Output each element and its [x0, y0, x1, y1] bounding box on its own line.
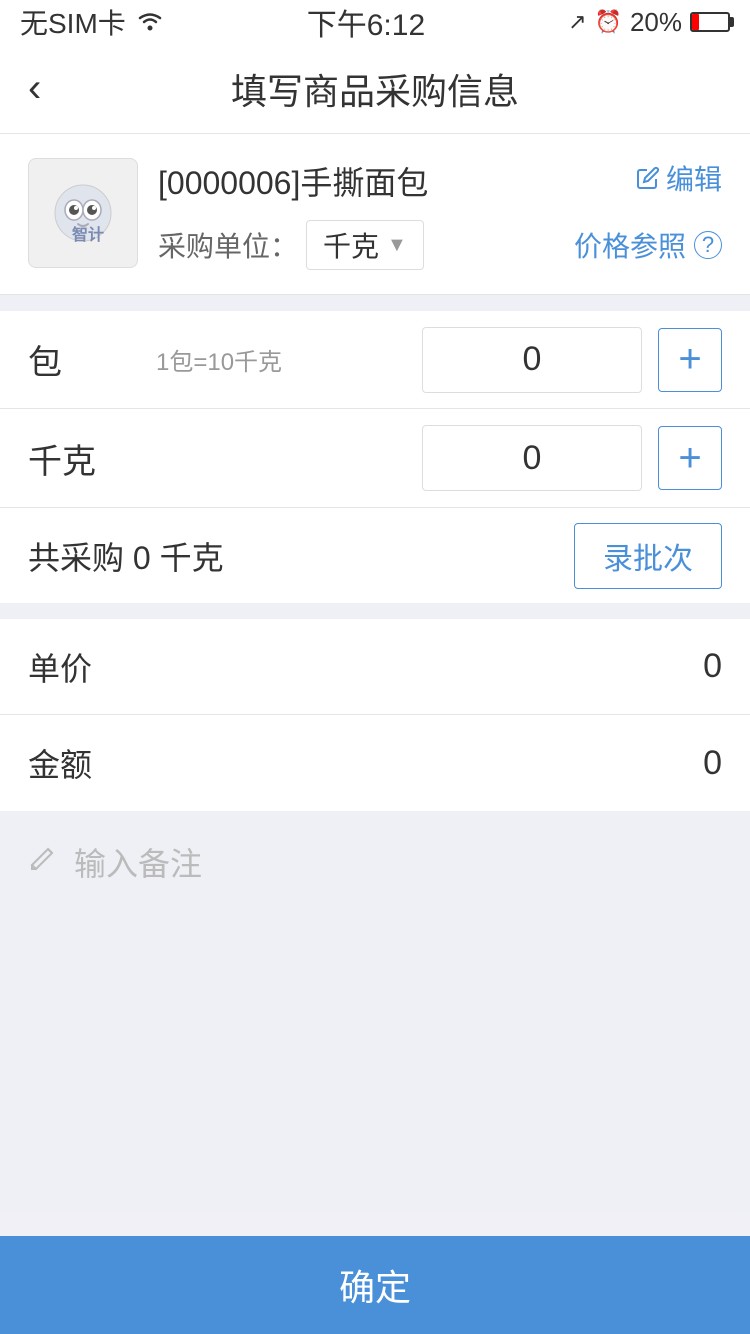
- confirm-button[interactable]: 确定: [0, 1236, 750, 1334]
- summary-row: 共采购 0 千克 录批次: [0, 507, 750, 603]
- help-icon: ?: [694, 231, 722, 259]
- bag-plus-button[interactable]: +: [658, 328, 722, 392]
- status-bar: 无SIM卡 下午6:12 ↗ ⏰ 20%: [0, 0, 750, 44]
- kg-value: 0: [523, 439, 542, 478]
- product-info-top: [0000006]手撕面包 编辑: [158, 158, 722, 204]
- separator-1: [0, 295, 750, 311]
- wifi-icon: [136, 6, 164, 38]
- price-section: 单价 0 金额 0: [0, 619, 750, 811]
- product-unit-row: 采购单位： 千克 ▼ 价格参照 ?: [158, 220, 722, 270]
- edit-label: 编辑: [666, 158, 722, 198]
- price-ref-label: 价格参照: [574, 225, 686, 265]
- batch-button[interactable]: 录批次: [574, 523, 722, 589]
- product-image: 智计: [28, 158, 138, 268]
- battery-icon: [690, 12, 730, 32]
- kg-label: 千克: [28, 434, 148, 483]
- bottom-area: [0, 913, 750, 1213]
- unit-price-row: 单价 0: [0, 619, 750, 715]
- status-right: ↗ ⏰ 20%: [568, 7, 730, 38]
- alarm-icon: ⏰: [595, 9, 622, 35]
- bag-label: 包: [28, 335, 148, 384]
- bag-value: 0: [523, 340, 542, 379]
- status-time: 下午6:12: [307, 0, 425, 44]
- dropdown-icon: ▼: [387, 234, 407, 257]
- input-section: 包 1包=10千克 0 + 千克 0 +: [0, 311, 750, 507]
- page-title: 填写商品采购信息: [231, 63, 519, 115]
- status-left: 无SIM卡: [20, 2, 164, 42]
- batch-label: 录批次: [603, 543, 693, 576]
- bag-sublabel: 1包=10千克: [156, 342, 282, 377]
- amount-value: 0: [703, 744, 722, 783]
- carrier-text: 无SIM卡: [20, 2, 126, 42]
- nav-bar: ‹ 填写商品采购信息: [0, 44, 750, 134]
- pencil-icon: [28, 843, 58, 881]
- unit-label: 采购单位：: [158, 225, 298, 265]
- bag-input-field[interactable]: 0: [422, 327, 642, 393]
- amount-label: 金额: [28, 740, 92, 786]
- back-button[interactable]: ‹: [28, 66, 41, 111]
- location-icon: ↗: [568, 9, 586, 35]
- separator-2: [0, 603, 750, 619]
- product-name: [0000006]手撕面包: [158, 158, 428, 204]
- summary-text: 共采购 0 千克: [28, 533, 224, 579]
- amount-row: 金额 0: [0, 715, 750, 811]
- kg-input-row: 千克 0 +: [0, 409, 750, 507]
- unit-value: 千克: [323, 225, 379, 265]
- battery-percent: 20%: [630, 7, 682, 38]
- bag-input-row: 包 1包=10千克 0 +: [0, 311, 750, 409]
- unit-price-label: 单价: [28, 644, 92, 690]
- kg-plus-icon: +: [678, 436, 701, 481]
- bag-plus-icon: +: [678, 337, 701, 382]
- confirm-label: 确定: [339, 1259, 411, 1311]
- kg-input-field[interactable]: 0: [422, 425, 642, 491]
- kg-input-wrapper: 0 +: [148, 425, 722, 491]
- unit-select[interactable]: 千克 ▼: [306, 220, 424, 270]
- svg-text:智计: 智计: [72, 225, 104, 244]
- kg-plus-button[interactable]: +: [658, 426, 722, 490]
- price-ref-button[interactable]: 价格参照 ?: [574, 225, 722, 265]
- product-logo: 智计: [48, 178, 118, 248]
- product-card: 智计 [0000006]手撕面包 编辑 采购单位： 千克 ▼: [0, 134, 750, 295]
- edit-button[interactable]: 编辑: [636, 158, 722, 198]
- unit-price-value: 0: [703, 647, 722, 686]
- remark-placeholder: 输入备注: [74, 839, 202, 885]
- product-info: [0000006]手撕面包 编辑 采购单位： 千克 ▼ 价格参照 ?: [158, 158, 722, 270]
- bag-input-wrapper: 0 +: [282, 327, 722, 393]
- remark-section[interactable]: 输入备注: [0, 811, 750, 913]
